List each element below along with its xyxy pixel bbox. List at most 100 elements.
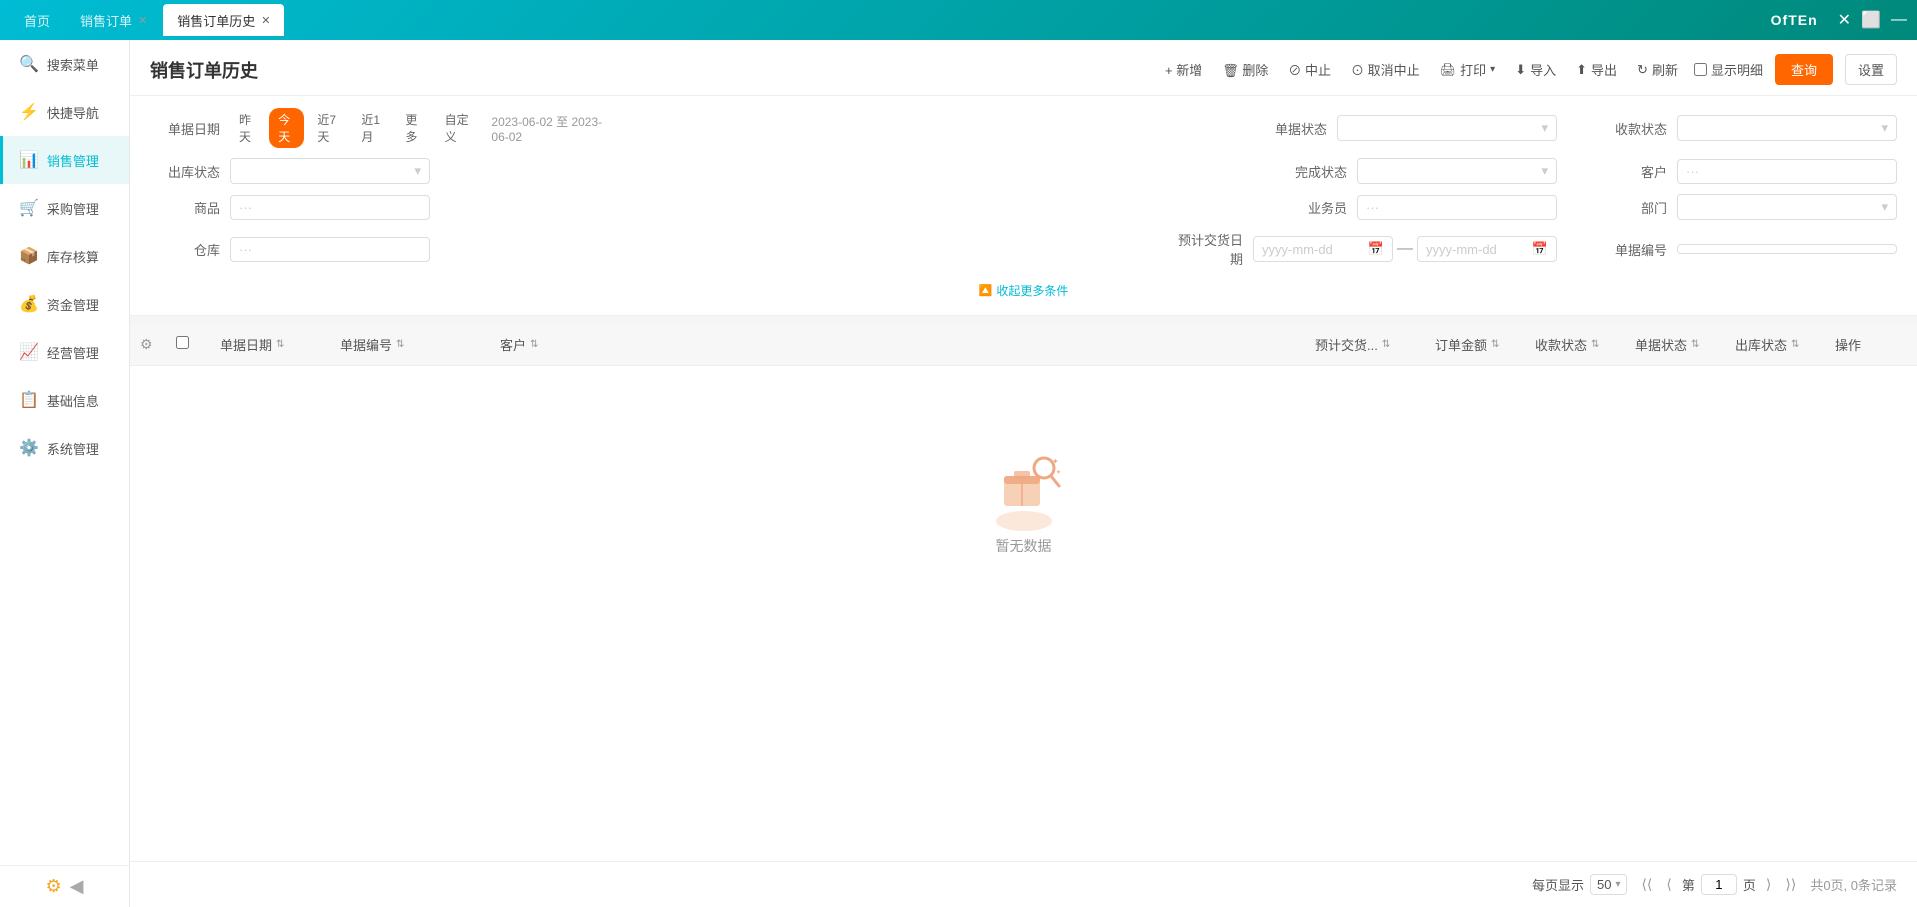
pill-custom[interactable]: 自定义 <box>436 108 480 148</box>
out-status-dropdown-icon: ▾ <box>414 163 421 179</box>
stop-button[interactable]: ⊘ 中止 <box>1284 60 1335 79</box>
sidebar-item-finance-label: 资金管理 <box>47 295 99 314</box>
sidebar-item-inventory[interactable]: 📦 库存核算 <box>0 232 129 280</box>
refresh-button[interactable]: ↻ 刷新 <box>1633 60 1682 79</box>
sidebar-item-purchase[interactable]: 🛒 采购管理 <box>0 184 129 232</box>
tab-sales-history-close[interactable]: ✕ <box>261 14 270 27</box>
print-icon: 🖨 <box>1440 62 1457 78</box>
date-label: 单据日期 <box>150 119 230 138</box>
salesperson-label: 业务员 <box>1277 198 1357 217</box>
th-bill-no[interactable]: 单据编号 ⇅ <box>332 335 492 354</box>
product-input[interactable]: ··· <box>230 195 430 220</box>
th-date-sort: ⇅ <box>276 339 284 350</box>
collapse-bar[interactable]: 🔼 收起更多条件 <box>150 278 1897 303</box>
delivery-date-start-input[interactable]: yyyy-mm-dd 📅 <box>1253 236 1393 262</box>
page-title: 销售订单历史 <box>150 57 258 83</box>
warehouse-input[interactable]: ··· <box>230 237 430 262</box>
settings-button[interactable]: 设置 <box>1845 54 1897 85</box>
calendar-end-icon[interactable]: 📅 <box>1532 241 1548 257</box>
next-page-btn[interactable]: ⟩ <box>1762 874 1775 895</box>
th-out-status-label: 出库状态 <box>1735 335 1787 354</box>
pagination-bar: 每页显示 50 ▾ ⟨⟨ ⟨ 第 页 ⟩ ⟩⟩ 共0页, 0条记录 <box>130 861 1917 907</box>
th-bill-status[interactable]: 单据状态 ⇅ <box>1627 335 1727 354</box>
th-checkbox[interactable] <box>176 336 212 354</box>
first-page-btn[interactable]: ⟨⟨ <box>1637 874 1656 895</box>
date-filter-control: 昨天 今天 近7天 近1月 更多 自定义 2023-06-02 至 2023-0… <box>230 108 610 148</box>
topbar-maximize-icon[interactable]: ⬜ <box>1861 10 1881 30</box>
sidebar-item-search[interactable]: 🔍 搜索菜单 <box>0 40 129 88</box>
th-date[interactable]: 单据日期 ⇅ <box>212 335 332 354</box>
calendar-start-icon[interactable]: 📅 <box>1368 241 1384 257</box>
bill-no-input[interactable] <box>1677 244 1897 254</box>
pill-7days[interactable]: 近7天 <box>308 108 348 148</box>
pill-yesterday[interactable]: 昨天 <box>230 108 265 148</box>
table-area: ⚙ 单据日期 ⇅ 单据编号 ⇅ 客户 ⇅ <box>130 324 1917 861</box>
page-number-input[interactable] <box>1701 874 1737 895</box>
sidebar-item-basic-info[interactable]: 📋 基础信息 <box>0 376 129 424</box>
th-gear[interactable]: ⚙ <box>140 336 176 354</box>
content-area: 销售订单历史 + 新增 🗑 删除 ⊘ 中止 ⊙ 取消中止 🖨 🖨 打印 打印 ▾… <box>130 40 1917 907</box>
sidebar-item-basic-info-label: 基础信息 <box>47 391 99 410</box>
product-placeholder: ··· <box>239 200 252 215</box>
per-page-box[interactable]: 50 ▾ <box>1590 874 1628 895</box>
tab-sales-history-label: 销售订单历史 <box>177 11 255 30</box>
print-button[interactable]: 🖨 🖨 打印 打印 ▾ <box>1436 60 1500 79</box>
th-delivery[interactable]: 预计交货... ⇅ <box>1307 335 1427 354</box>
tab-home[interactable]: 首页 <box>10 4 64 36</box>
th-customer-label: 客户 <box>500 335 526 354</box>
tab-sales-history[interactable]: 销售订单历史 ✕ <box>163 4 284 36</box>
empty-text: 暂无数据 <box>996 536 1052 556</box>
pill-more[interactable]: 更多 <box>396 108 431 148</box>
delivery-date-end-input[interactable]: yyyy-mm-dd 📅 <box>1417 236 1557 262</box>
complete-status-select[interactable]: ▾ <box>1357 158 1557 184</box>
salesperson-placeholder: ··· <box>1366 200 1379 215</box>
sidebar-collapse-btn[interactable]: ◀ <box>70 876 84 897</box>
cancel-stop-button[interactable]: ⊙ 取消中止 <box>1347 60 1424 79</box>
show-detail-checkbox[interactable]: 显示明细 <box>1694 60 1763 79</box>
customer-input[interactable]: ··· <box>1677 159 1897 184</box>
select-all-checkbox[interactable] <box>176 336 189 349</box>
date-range-text: 2023-06-02 至 2023-06-02 <box>491 113 610 144</box>
pay-status-select[interactable]: ▾ <box>1677 115 1897 141</box>
tab-sales-order[interactable]: 销售订单 ✕ <box>66 4 161 36</box>
sidebar-item-system[interactable]: ⚙️ 系统管理 <box>0 424 129 472</box>
sidebar-item-finance[interactable]: 💰 资金管理 <box>0 280 129 328</box>
tab-sales-order-close[interactable]: ✕ <box>138 14 147 27</box>
page-nav: ⟨⟨ ⟨ 第 页 ⟩ ⟩⟩ <box>1637 874 1800 895</box>
pill-today[interactable]: 今天 <box>269 108 304 148</box>
query-button[interactable]: 查询 <box>1775 54 1833 85</box>
delete-button[interactable]: 🗑 删除 <box>1218 60 1272 79</box>
out-status-select[interactable]: ▾ <box>230 158 430 184</box>
th-pay-status[interactable]: 收款状态 ⇅ <box>1527 335 1627 354</box>
show-detail-input[interactable] <box>1694 63 1707 76</box>
th-amount[interactable]: 订单金额 ⇅ <box>1427 335 1527 354</box>
warehouse-label: 仓库 <box>150 240 230 259</box>
last-page-btn[interactable]: ⟩⟩ <box>1781 874 1800 895</box>
filter-row-3: 商品 ··· 业务员 ··· 部门 ▾ <box>150 194 1897 220</box>
sidebar-item-operations[interactable]: 📈 经营管理 <box>0 328 129 376</box>
th-bill-status-sort: ⇅ <box>1691 339 1699 350</box>
th-bill-no-sort: ⇅ <box>396 339 404 350</box>
th-customer[interactable]: 客户 ⇅ <box>492 335 1307 354</box>
sidebar-item-quick-nav[interactable]: ⚡ 快捷导航 <box>0 88 129 136</box>
delivery-date-end-placeholder: yyyy-mm-dd <box>1426 242 1497 257</box>
new-button[interactable]: + 新增 <box>1161 60 1206 79</box>
import-button[interactable]: ⬇ 导入 <box>1511 60 1560 79</box>
quick-nav-icon: ⚡ <box>19 102 39 122</box>
sidebar-settings-btn[interactable]: ⚙ <box>46 876 62 897</box>
sidebar-bottom: ⚙ ◀ <box>0 865 129 907</box>
pill-1month[interactable]: 近1月 <box>352 108 392 148</box>
th-out-status[interactable]: 出库状态 ⇅ <box>1727 335 1827 354</box>
inventory-icon: 📦 <box>19 246 39 266</box>
delivery-date-start-placeholder: yyyy-mm-dd <box>1262 242 1333 257</box>
salesperson-input[interactable]: ··· <box>1357 195 1557 220</box>
prev-page-btn[interactable]: ⟨ <box>1662 874 1675 895</box>
department-select[interactable]: ▾ <box>1677 194 1897 220</box>
sidebar-item-sales[interactable]: 📊 销售管理 <box>0 136 129 184</box>
topbar-close-icon[interactable]: ✕ <box>1838 10 1851 30</box>
topbar-minimize-icon[interactable]: — <box>1891 11 1907 29</box>
bill-status-select[interactable]: ▾ <box>1337 115 1557 141</box>
export-button[interactable]: ⬆ 导出 <box>1572 60 1621 79</box>
print-dropdown-icon: ▾ <box>1490 64 1495 75</box>
topbar-tabs: 首页 销售订单 ✕ 销售订单历史 ✕ <box>10 4 1771 36</box>
